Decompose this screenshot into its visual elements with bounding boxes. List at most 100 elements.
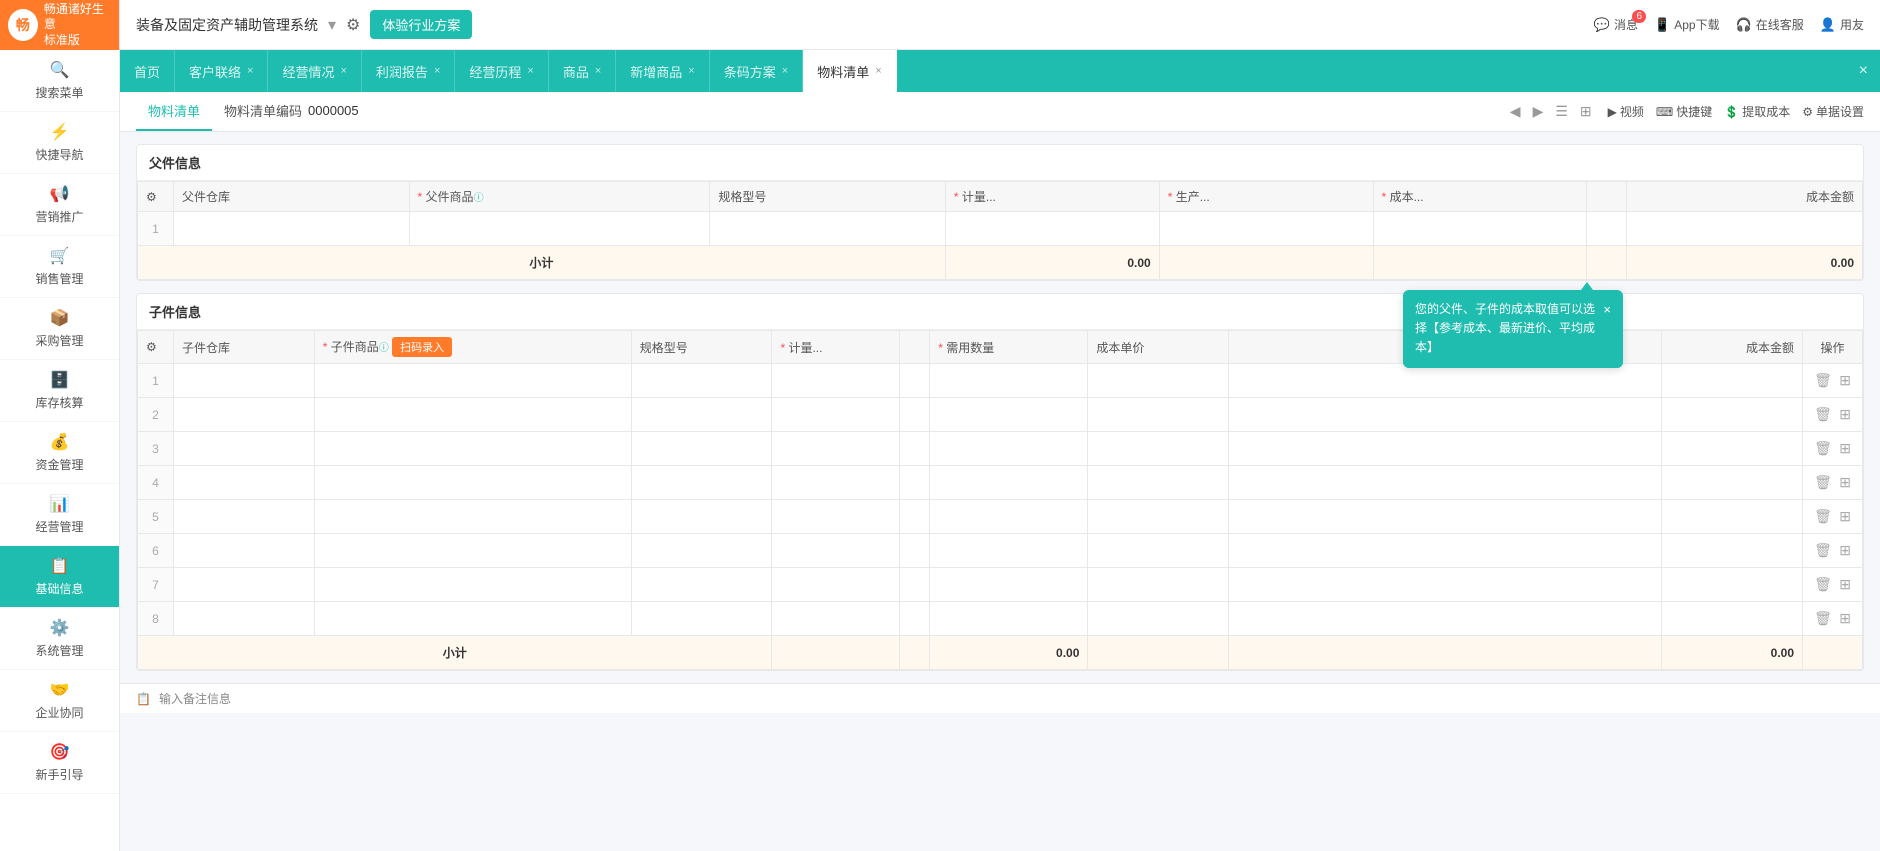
scan-button[interactable]: 扫码录入 — [392, 337, 452, 357]
child-cell-unit-1[interactable] — [772, 364, 900, 398]
child-delete-icon-5[interactable]: 🗑 — [1814, 508, 1832, 524]
child-cell-spec-6[interactable] — [631, 534, 772, 568]
parent-goods-info-icon[interactable]: ⓘ — [474, 193, 484, 204]
parent-cell-unit[interactable] — [945, 212, 1159, 246]
child-cell-spec-1[interactable] — [631, 364, 772, 398]
extract-cost-tool[interactable]: 💲 提取成本 — [1724, 103, 1790, 120]
child-goods-info-icon[interactable]: ⓘ — [379, 343, 389, 354]
arrow-left[interactable]: ◀ — [1506, 101, 1525, 122]
child-cell-unit-price-5[interactable] — [1088, 500, 1229, 534]
nav-tab-history[interactable]: 经营历程× — [455, 50, 548, 92]
child-cell-qty-4[interactable] — [930, 466, 1088, 500]
nav-tab-close-profit[interactable]: × — [434, 65, 440, 77]
nav-tab-barcode[interactable]: 条码方案× — [710, 50, 803, 92]
nav-tab-home[interactable]: 首页 — [120, 50, 175, 92]
parent-cell-warehouse[interactable] — [174, 212, 410, 246]
child-cell-unit-4[interactable] — [772, 466, 900, 500]
child-delete-icon-3[interactable]: 🗑 — [1814, 440, 1832, 456]
child-cell-unit-price-6[interactable] — [1088, 534, 1229, 568]
child-cell-goods-4[interactable] — [314, 466, 631, 500]
sidebar-item-quicknav[interactable]: ⚡快捷导航 — [0, 112, 119, 174]
child-cell-unit-5[interactable] — [772, 500, 900, 534]
sub-tab-bom-list[interactable]: 物料清单 — [136, 92, 212, 131]
parent-cell-goods[interactable] — [409, 212, 710, 246]
nav-tab-close-all[interactable]: × — [1847, 62, 1880, 80]
nav-tab-close-new_goods[interactable]: × — [688, 65, 694, 77]
child-cell-unit-price-7[interactable] — [1088, 568, 1229, 602]
tooltip-close-button[interactable]: × — [1603, 300, 1611, 321]
child-copy-icon-1[interactable]: ⊞ — [1839, 372, 1851, 388]
child-copy-icon-3[interactable]: ⊞ — [1839, 440, 1851, 456]
child-cell-unit-3[interactable] — [772, 432, 900, 466]
experience-button[interactable]: 体验行业方案 — [370, 10, 472, 39]
sidebar-item-basic[interactable]: 📋基础信息 — [0, 546, 119, 608]
child-cell-unit-7[interactable] — [772, 568, 900, 602]
parent-cell-cost[interactable] — [1373, 212, 1587, 246]
sidebar-item-finance[interactable]: 💰资金管理 — [0, 422, 119, 484]
child-delete-icon-2[interactable]: 🗑 — [1814, 406, 1832, 422]
child-cell-warehouse-7[interactable] — [174, 568, 315, 602]
child-copy-icon-4[interactable]: ⊞ — [1839, 474, 1851, 490]
child-copy-icon-2[interactable]: ⊞ — [1839, 406, 1851, 422]
child-cell-goods-5[interactable] — [314, 500, 631, 534]
nav-tab-close-goods[interactable]: × — [595, 65, 601, 77]
parent-cell-production[interactable] — [1159, 212, 1373, 246]
dropdown-icon[interactable]: ▾ — [328, 15, 336, 35]
app-download-button[interactable]: 📱 App下载 — [1654, 16, 1720, 33]
nav-tab-bom[interactable]: 物料清单× — [803, 50, 896, 92]
child-cell-unit-price-2[interactable] — [1088, 398, 1229, 432]
child-delete-icon-1[interactable]: 🗑 — [1814, 372, 1832, 388]
nav-tab-operation_status[interactable]: 经营情况× — [268, 50, 361, 92]
sidebar-item-collab[interactable]: 🤝企业协同 — [0, 670, 119, 732]
child-cell-unit-2[interactable] — [772, 398, 900, 432]
child-cell-spec-8[interactable] — [631, 602, 772, 636]
child-cell-warehouse-8[interactable] — [174, 602, 315, 636]
child-cell-spec-5[interactable] — [631, 500, 772, 534]
child-cell-spec-2[interactable] — [631, 398, 772, 432]
child-cell-goods-1[interactable] — [314, 364, 631, 398]
child-cell-goods-7[interactable] — [314, 568, 631, 602]
child-cell-warehouse-4[interactable] — [174, 466, 315, 500]
single-settings-tool[interactable]: ⚙ 单据设置 — [1802, 103, 1864, 120]
view-tool[interactable]: ▶ 视频 — [1608, 103, 1644, 120]
child-cell-goods-2[interactable] — [314, 398, 631, 432]
child-copy-icon-5[interactable]: ⊞ — [1839, 508, 1851, 524]
online-support-button[interactable]: 🎧 在线客服 — [1736, 16, 1804, 33]
child-cell-unit-6[interactable] — [772, 534, 900, 568]
nav-tab-close-customers[interactable]: × — [247, 65, 253, 77]
child-cell-warehouse-3[interactable] — [174, 432, 315, 466]
child-cell-qty-3[interactable] — [930, 432, 1088, 466]
sidebar-item-inventory[interactable]: 🗄️库存核算 — [0, 360, 119, 422]
nav-tab-close-history[interactable]: × — [527, 65, 533, 77]
child-cell-warehouse-2[interactable] — [174, 398, 315, 432]
child-cell-qty-8[interactable] — [930, 602, 1088, 636]
child-cell-spec-7[interactable] — [631, 568, 772, 602]
parent-cell-spec[interactable] — [710, 212, 946, 246]
shortcut-tool[interactable]: ⌨ 快捷键 — [1656, 103, 1712, 120]
nav-tab-profit[interactable]: 利润报告× — [362, 50, 455, 92]
nav-tab-goods[interactable]: 商品× — [549, 50, 616, 92]
child-cell-unit-price-3[interactable] — [1088, 432, 1229, 466]
child-delete-icon-6[interactable]: 🗑 — [1814, 542, 1832, 558]
child-delete-icon-7[interactable]: 🗑 — [1814, 576, 1832, 592]
child-cell-warehouse-1[interactable] — [174, 364, 315, 398]
user-button[interactable]: 👤 用友 — [1820, 16, 1864, 33]
child-cell-qty-2[interactable] — [930, 398, 1088, 432]
child-cell-unit-price-4[interactable] — [1088, 466, 1229, 500]
sidebar-item-system[interactable]: ⚙️系统管理 — [0, 608, 119, 670]
child-cell-qty-1[interactable] — [930, 364, 1088, 398]
nav-tab-customers[interactable]: 客户联络× — [175, 50, 268, 92]
child-cell-unit-price-1[interactable] — [1088, 364, 1229, 398]
collapse-icon[interactable]: ⊞ — [1576, 101, 1596, 122]
child-cell-unit-8[interactable] — [772, 602, 900, 636]
child-cell-goods-8[interactable] — [314, 602, 631, 636]
child-cell-spec-4[interactable] — [631, 466, 772, 500]
child-col-settings[interactable]: ⚙ — [138, 331, 174, 364]
child-cell-qty-6[interactable] — [930, 534, 1088, 568]
nav-tab-close-bom[interactable]: × — [875, 65, 881, 77]
child-cell-unit-price-8[interactable] — [1088, 602, 1229, 636]
child-cell-qty-5[interactable] — [930, 500, 1088, 534]
arrow-right[interactable]: ▶ — [1529, 101, 1548, 122]
child-delete-icon-8[interactable]: 🗑 — [1814, 610, 1832, 626]
messages-button[interactable]: 💬 消息 6 — [1594, 16, 1638, 33]
